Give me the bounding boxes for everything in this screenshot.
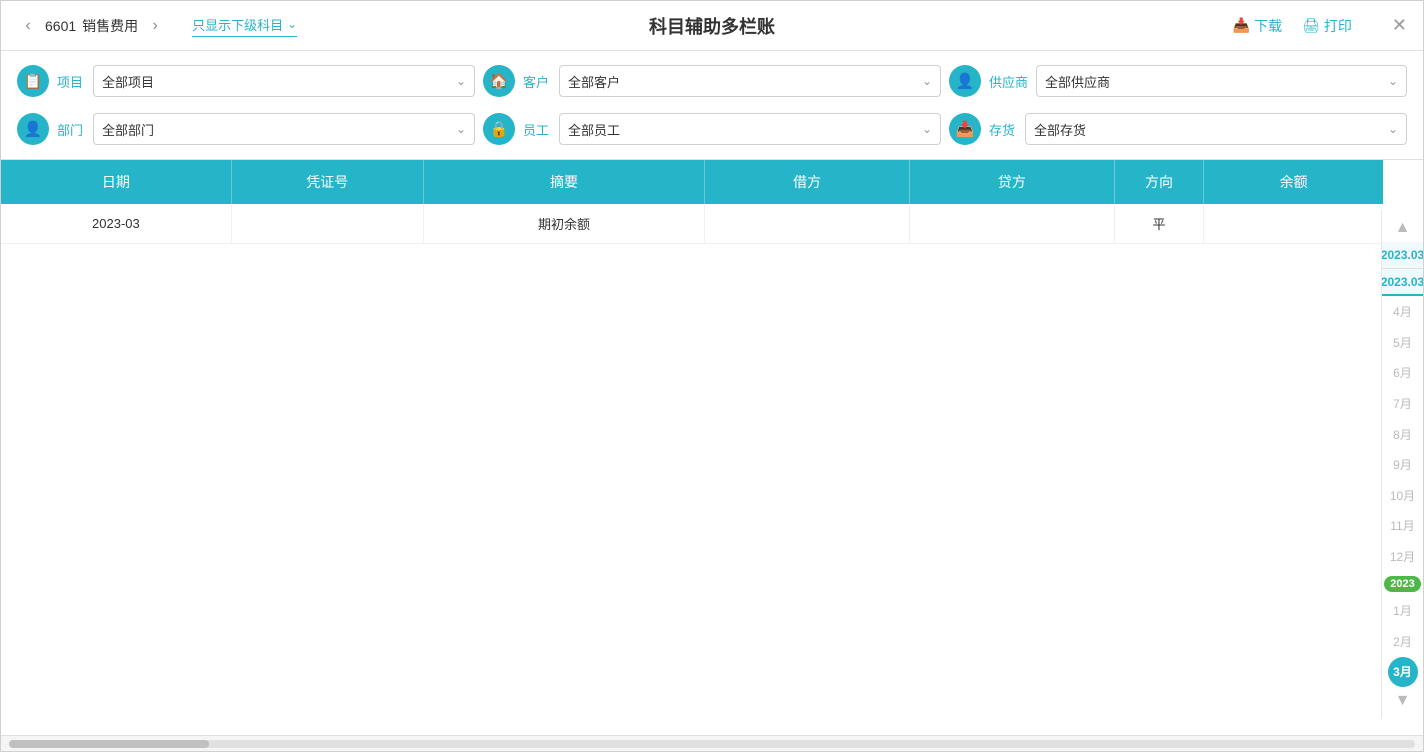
cell-debit xyxy=(705,204,910,244)
ledger-table: 日期 凭证号 摘要 借方 贷方 方向 余额 2023-03 期初余额 平 xyxy=(1,160,1383,244)
sidebar-month-item[interactable]: 3月 xyxy=(1382,656,1423,687)
page-title: 科目辅助多栏账 xyxy=(649,13,775,39)
col-header-direction: 方向 xyxy=(1114,160,1204,204)
sidebar-month-item[interactable]: 1月 xyxy=(1382,595,1423,626)
col-header-balance: 余额 xyxy=(1204,160,1383,204)
supplier-value: 全部供应商 xyxy=(1045,72,1110,91)
scrollbar-area[interactable] xyxy=(1,735,1423,751)
col-header-voucher: 凭证号 xyxy=(231,160,423,204)
inventory-arrow-icon: ⌄ xyxy=(1388,122,1398,136)
filter-project: 📋 项目 全部项目 ⌄ xyxy=(17,61,475,101)
employee-icon: 🔒 xyxy=(483,113,515,145)
close-btn[interactable]: ✕ xyxy=(1392,15,1407,36)
department-value: 全部部门 xyxy=(102,120,154,139)
project-icon: 📋 xyxy=(17,65,49,97)
project-value: 全部项目 xyxy=(102,72,154,91)
col-header-credit: 贷方 xyxy=(910,160,1115,204)
cell-voucher xyxy=(231,204,423,244)
sidebar-month-item[interactable]: 2月 xyxy=(1382,626,1423,657)
sidebar-month-item[interactable]: 2023.03 xyxy=(1382,269,1423,296)
department-select[interactable]: 全部部门 ⌄ xyxy=(93,113,475,145)
filter-supplier: 👤 供应商 全部供应商 ⌄ xyxy=(949,61,1407,101)
customer-arrow-icon: ⌄ xyxy=(922,74,932,88)
sidebar-month-item[interactable]: 5月 xyxy=(1382,327,1423,358)
customer-select[interactable]: 全部客户 ⌄ xyxy=(559,65,941,97)
sidebar-month-item[interactable]: 4月 xyxy=(1382,296,1423,327)
department-arrow-icon: ⌄ xyxy=(456,122,466,136)
table-container: 日期 凭证号 摘要 借方 贷方 方向 余额 2023-03 期初余额 平 xyxy=(1,160,1423,735)
account-code: 6601 xyxy=(45,18,76,34)
customer-icon: 🏠 xyxy=(483,65,515,97)
employee-select[interactable]: 全部员工 ⌄ xyxy=(559,113,941,145)
supplier-label: 供应商 xyxy=(989,72,1028,91)
download-icon: 📥 xyxy=(1233,17,1250,34)
employee-value: 全部员工 xyxy=(568,120,620,139)
inventory-select[interactable]: 全部存货 ⌄ xyxy=(1025,113,1407,145)
cell-balance xyxy=(1204,204,1383,244)
filter-department: 👤 部门 全部部门 ⌄ xyxy=(17,109,475,149)
chevron-down-icon: ⌄ xyxy=(287,17,297,31)
project-select[interactable]: 全部项目 ⌄ xyxy=(93,65,475,97)
main-window: ‹ 6601 销售费用 › 只显示下级科目 ⌄ 科目辅助多栏账 📥 下载 🖨 打… xyxy=(0,0,1424,752)
sidebar-month-item[interactable]: 8月 xyxy=(1382,419,1423,450)
filter-area: 📋 项目 全部项目 ⌄ 🏠 客户 全部客户 ⌄ 👤 供应商 全部供应商 ⌄ xyxy=(1,51,1423,160)
title-bar: ‹ 6601 销售费用 › 只显示下级科目 ⌄ 科目辅助多栏账 📥 下载 🖨 打… xyxy=(1,1,1423,51)
col-header-summary: 摘要 xyxy=(423,160,705,204)
cell-direction: 平 xyxy=(1114,204,1204,244)
sidebar-month-item[interactable]: 6月 xyxy=(1382,358,1423,389)
customer-value: 全部客户 xyxy=(568,72,620,91)
employee-arrow-icon: ⌄ xyxy=(922,122,932,136)
cell-credit xyxy=(910,204,1115,244)
title-actions: 📥 下载 🖨 打印 ✕ xyxy=(1233,15,1407,36)
show-sub-label: 只显示下级科目 xyxy=(192,15,283,34)
print-icon: 🖨 xyxy=(1302,17,1320,34)
filter-inventory: 📥 存货 全部存货 ⌄ xyxy=(949,109,1407,149)
download-btn[interactable]: 📥 下载 xyxy=(1233,16,1282,36)
filter-employee: 🔒 员工 全部员工 ⌄ xyxy=(483,109,941,149)
table-row: 2023-03 期初余额 平 xyxy=(1,204,1383,244)
sidebar-month-item[interactable]: 9月 xyxy=(1382,449,1423,480)
right-sidebar: ▲ 2023.032023.034月5月6月7月8月9月10月11月12月202… xyxy=(1381,210,1423,719)
department-icon: 👤 xyxy=(17,113,49,145)
inventory-label: 存货 xyxy=(989,120,1017,139)
col-header-date: 日期 xyxy=(1,160,231,204)
department-label: 部门 xyxy=(57,120,85,139)
scrollbar-track xyxy=(9,740,1415,748)
col-header-debit: 借方 xyxy=(705,160,910,204)
sidebar-month-item[interactable]: 2023.03 xyxy=(1382,242,1423,269)
customer-label: 客户 xyxy=(523,72,551,91)
supplier-select[interactable]: 全部供应商 ⌄ xyxy=(1036,65,1407,97)
filter-customer: 🏠 客户 全部客户 ⌄ xyxy=(483,61,941,101)
next-account-btn[interactable]: › xyxy=(144,15,166,37)
sidebar-up-btn[interactable]: ▲ xyxy=(1385,214,1421,242)
inventory-value: 全部存货 xyxy=(1034,120,1086,139)
scrollbar-thumb[interactable] xyxy=(9,740,209,748)
supplier-icon: 👤 xyxy=(949,65,981,97)
sidebar-month-item[interactable]: 12月 xyxy=(1382,541,1423,572)
download-label: 下载 xyxy=(1254,16,1282,36)
account-name: 销售费用 xyxy=(82,16,138,36)
sidebar-down-btn[interactable]: ▼ xyxy=(1385,687,1421,715)
print-btn[interactable]: 🖨 打印 xyxy=(1302,16,1352,36)
show-sub-toggle[interactable]: 只显示下级科目 ⌄ xyxy=(192,15,297,37)
employee-label: 员工 xyxy=(523,120,551,139)
prev-account-btn[interactable]: ‹ xyxy=(17,15,39,37)
cell-date: 2023-03 xyxy=(1,204,231,244)
inventory-icon: 📥 xyxy=(949,113,981,145)
project-label: 项目 xyxy=(57,72,85,91)
print-label: 打印 xyxy=(1324,16,1352,36)
sidebar-month-item[interactable]: 11月 xyxy=(1382,511,1423,542)
sidebar-month-list: 2023.032023.034月5月6月7月8月9月10月11月12月20231… xyxy=(1382,242,1423,687)
sidebar-month-item[interactable]: 2023 xyxy=(1382,572,1423,595)
project-arrow-icon: ⌄ xyxy=(456,74,466,88)
sidebar-month-item[interactable]: 10月 xyxy=(1382,480,1423,511)
sidebar-month-item[interactable]: 7月 xyxy=(1382,388,1423,419)
supplier-arrow-icon: ⌄ xyxy=(1388,74,1398,88)
nav-area: ‹ 6601 销售费用 › 只显示下级科目 ⌄ xyxy=(17,15,297,37)
cell-summary: 期初余额 xyxy=(423,204,705,244)
